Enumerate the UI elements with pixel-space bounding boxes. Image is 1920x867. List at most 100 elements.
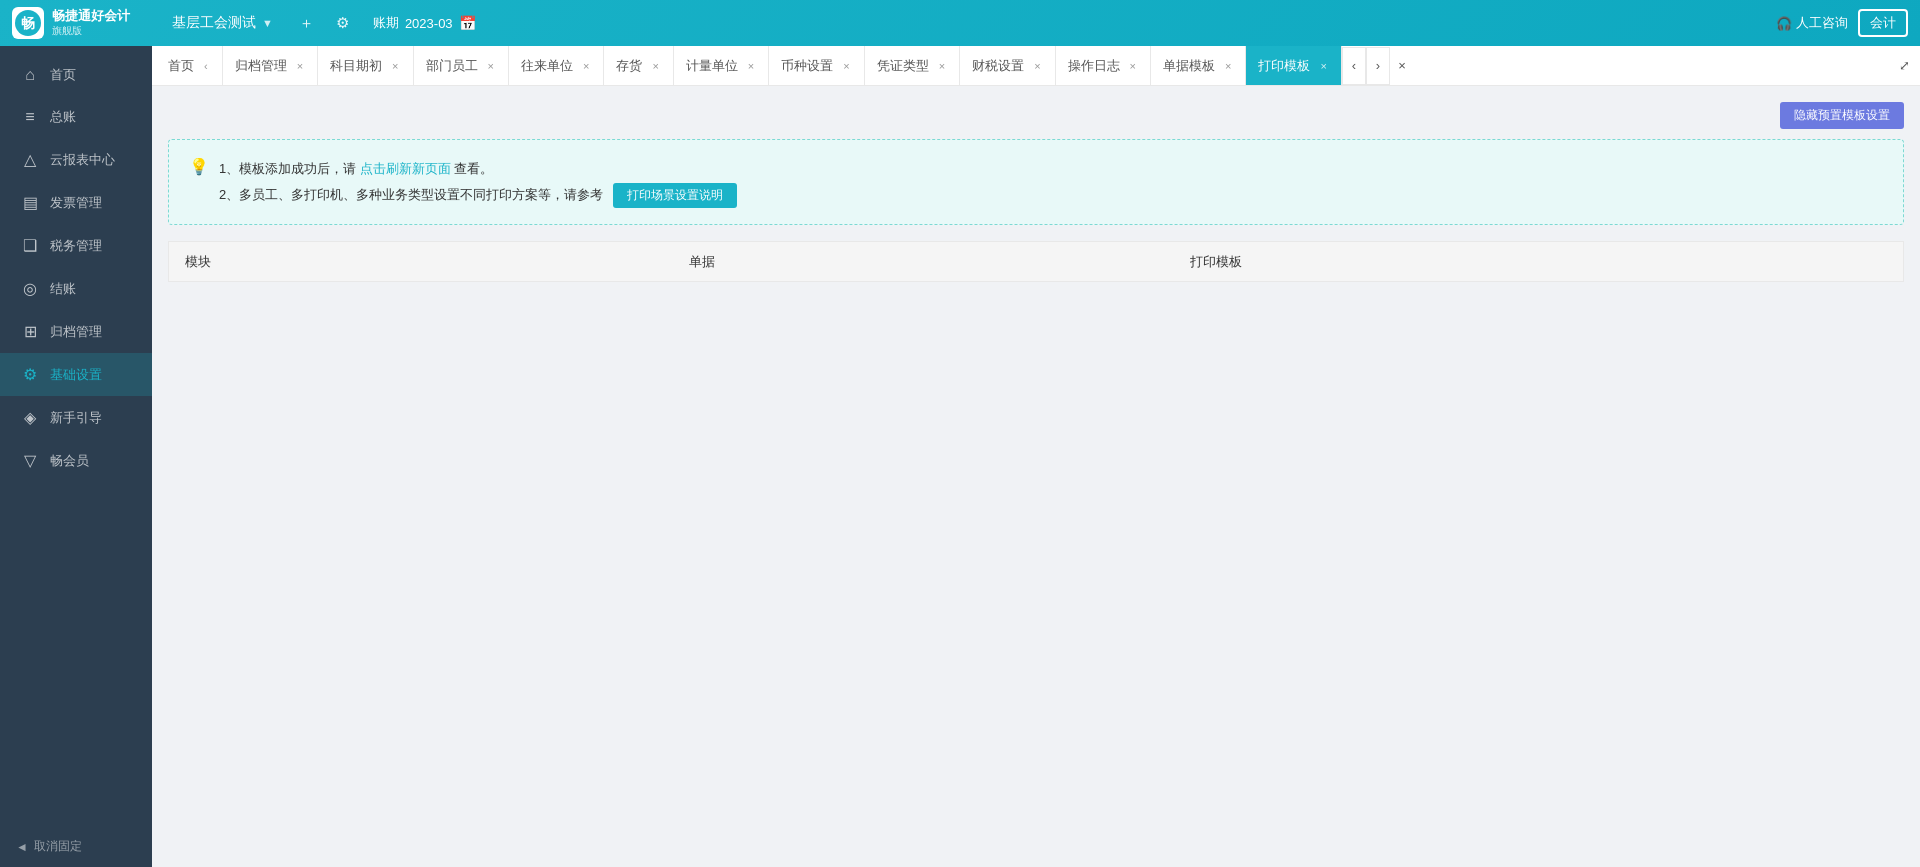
col-module: 模块 <box>169 242 674 282</box>
sidebar-item-invoice[interactable]: ▤ 发票管理 <box>0 181 152 224</box>
tab-archive-mgmt[interactable]: 归档管理 × <box>223 46 318 86</box>
cancel-fixed-icon: ◄ <box>16 840 28 854</box>
logo-icon: 畅 <box>12 7 44 39</box>
print-template-table: 模块 单据 打印模板 <box>168 241 1904 282</box>
tab-dept-staff[interactable]: 部门员工 × <box>414 46 509 86</box>
reports-icon: △ <box>20 150 40 169</box>
tab-currency-label: 币种设置 <box>781 57 833 75</box>
tab-home-nav[interactable]: ‹ <box>202 59 210 73</box>
content-area: 首页 ‹ 归档管理 × 科目期初 × 部门员工 × 往来单位 × 存货 × <box>152 46 1920 867</box>
top-right-actions: 🎧 人工咨询 会计 <box>1776 9 1908 37</box>
guide-icon: ◈ <box>20 408 40 427</box>
notice-content: 1、模板添加成功后，请 点击刷新新页面 查看。 2、多员工、多打印机、多种业务类… <box>219 156 737 208</box>
invoice-icon: ▤ <box>20 193 40 212</box>
tab-measure-close[interactable]: × <box>746 59 756 73</box>
tax-icon: ❑ <box>20 236 40 255</box>
home-icon: ⌂ <box>20 66 40 84</box>
checkout-icon: ◎ <box>20 279 40 298</box>
tab-home[interactable]: 首页 ‹ <box>156 46 223 86</box>
tab-print-template[interactable]: 打印模板 × <box>1246 46 1341 86</box>
tab-archive-close[interactable]: × <box>295 59 305 73</box>
sidebar-item-ledger[interactable]: ≡ 总账 <box>0 96 152 138</box>
print-scene-button[interactable]: 打印场景设置说明 <box>613 183 737 208</box>
settings-icon[interactable]: ⚙ <box>329 9 357 37</box>
sidebar-item-checkout[interactable]: ◎ 结账 <box>0 267 152 310</box>
hide-preview-button[interactable]: 隐藏预置模板设置 <box>1780 102 1904 129</box>
tab-single-label: 单据模板 <box>1163 57 1215 75</box>
sidebar-item-label: 税务管理 <box>50 237 102 255</box>
tab-voucher-close[interactable]: × <box>937 59 947 73</box>
tab-prev-button[interactable]: ‹ <box>1342 47 1366 85</box>
logo-area: 畅 畅捷通好会计 旗舰版 <box>12 7 164 39</box>
tab-inventory[interactable]: 存货 × <box>604 46 673 86</box>
tab-bar: 首页 ‹ 归档管理 × 科目期初 × 部门员工 × 往来单位 × 存货 × <box>152 46 1920 86</box>
tab-operation-log[interactable]: 操作日志 × <box>1056 46 1151 86</box>
archive-icon: ⊞ <box>20 322 40 341</box>
tab-subject-close[interactable]: × <box>390 59 400 73</box>
company-selector[interactable]: 基层工会测试 ▼ <box>164 10 281 36</box>
tab-currency[interactable]: 币种设置 × <box>769 46 864 86</box>
notice-line1: 1、模板添加成功后，请 点击刷新新页面 查看。 <box>219 156 737 182</box>
tab-log-label: 操作日志 <box>1068 57 1120 75</box>
ledger-icon: ≡ <box>20 108 40 126</box>
sidebar-item-tax[interactable]: ❑ 税务管理 <box>0 224 152 267</box>
notice-line2: 2、多员工、多打印机、多种业务类型设置不同打印方案等，请参考 打印场景设置说明 <box>219 182 737 208</box>
sidebar-item-home[interactable]: ⌂ 首页 <box>0 54 152 96</box>
tab-measure-unit[interactable]: 计量单位 × <box>674 46 769 86</box>
tab-partner-label: 往来单位 <box>521 57 573 75</box>
account-button[interactable]: 会计 <box>1858 9 1908 37</box>
table-header-row: 模块 单据 打印模板 <box>169 242 1904 282</box>
tab-single-template[interactable]: 单据模板 × <box>1151 46 1246 86</box>
settings-sidebar-icon: ⚙ <box>20 365 40 384</box>
tab-currency-close[interactable]: × <box>841 59 851 73</box>
tab-print-close[interactable]: × <box>1318 59 1328 73</box>
sidebar-item-guide[interactable]: ◈ 新手引导 <box>0 396 152 439</box>
action-bar: 隐藏预置模板设置 <box>168 102 1904 129</box>
page-content: 隐藏预置模板设置 💡 1、模板添加成功后，请 点击刷新新页面 查看。 2、多员工… <box>152 86 1920 867</box>
sidebar-item-label: 基础设置 <box>50 366 102 384</box>
headset-icon: 🎧 <box>1776 16 1792 31</box>
sidebar-item-label: 发票管理 <box>50 194 102 212</box>
tab-home-label: 首页 <box>168 57 194 75</box>
bulb-icon: 💡 <box>189 157 209 176</box>
refresh-link[interactable]: 点击刷新新页面 <box>360 161 451 176</box>
top-bar-actions: ＋ ⚙ <box>293 9 357 37</box>
company-name: 基层工会测试 <box>172 14 256 32</box>
sidebar-item-reports[interactable]: △ 云报表中心 <box>0 138 152 181</box>
sidebar-item-label: 畅会员 <box>50 452 89 470</box>
tab-archive-label: 归档管理 <box>235 57 287 75</box>
sidebar-item-label: 结账 <box>50 280 76 298</box>
tab-voucher-label: 凭证类型 <box>877 57 929 75</box>
col-print-template: 打印模板 <box>1174 242 1903 282</box>
tab-single-close[interactable]: × <box>1223 59 1233 73</box>
tab-tax-close[interactable]: × <box>1032 59 1042 73</box>
sidebar-item-member[interactable]: ▽ 畅会员 <box>0 439 152 482</box>
tab-voucher-type[interactable]: 凭证类型 × <box>865 46 960 86</box>
tab-print-label: 打印模板 <box>1258 57 1310 75</box>
tab-partner-close[interactable]: × <box>581 59 591 73</box>
cancel-fixed-label: 取消固定 <box>34 838 82 855</box>
sidebar-item-settings[interactable]: ⚙ 基础设置 <box>0 353 152 396</box>
sidebar-item-archive[interactable]: ⊞ 归档管理 <box>0 310 152 353</box>
tab-close-all-button[interactable]: × <box>1390 47 1414 85</box>
tab-log-close[interactable]: × <box>1128 59 1138 73</box>
tab-next-button[interactable]: › <box>1366 47 1390 85</box>
tab-subject-label: 科目期初 <box>330 57 382 75</box>
tab-dept-close[interactable]: × <box>486 59 496 73</box>
tab-subject-period[interactable]: 科目期初 × <box>318 46 413 86</box>
table-header: 模块 单据 打印模板 <box>169 242 1904 282</box>
sidebar-item-label: 总账 <box>50 108 76 126</box>
notice-title-area: 💡 1、模板添加成功后，请 点击刷新新页面 查看。 2、多员工、多打印机、多种业… <box>189 156 1883 208</box>
calendar-icon[interactable]: 📅 <box>459 15 476 31</box>
tab-partner[interactable]: 往来单位 × <box>509 46 604 86</box>
tab-tax-settings[interactable]: 财税设置 × <box>960 46 1055 86</box>
tab-inventory-close[interactable]: × <box>650 59 660 73</box>
period-label: 账期 2023-03 📅 <box>373 14 476 32</box>
tab-dept-label: 部门员工 <box>426 57 478 75</box>
cancel-fixed-button[interactable]: ◄ 取消固定 <box>0 826 152 867</box>
logo-text: 畅捷通好会计 旗舰版 <box>52 8 130 39</box>
add-tab-button[interactable]: ＋ <box>293 9 321 37</box>
main-layout: ⌂ 首页 ≡ 总账 △ 云报表中心 ▤ 发票管理 ❑ 税务管理 ◎ 结账 ⊞ 归… <box>0 46 1920 867</box>
tab-expand-button[interactable]: ⤢ <box>1892 47 1916 85</box>
customer-service-button[interactable]: 🎧 人工咨询 <box>1776 14 1848 32</box>
